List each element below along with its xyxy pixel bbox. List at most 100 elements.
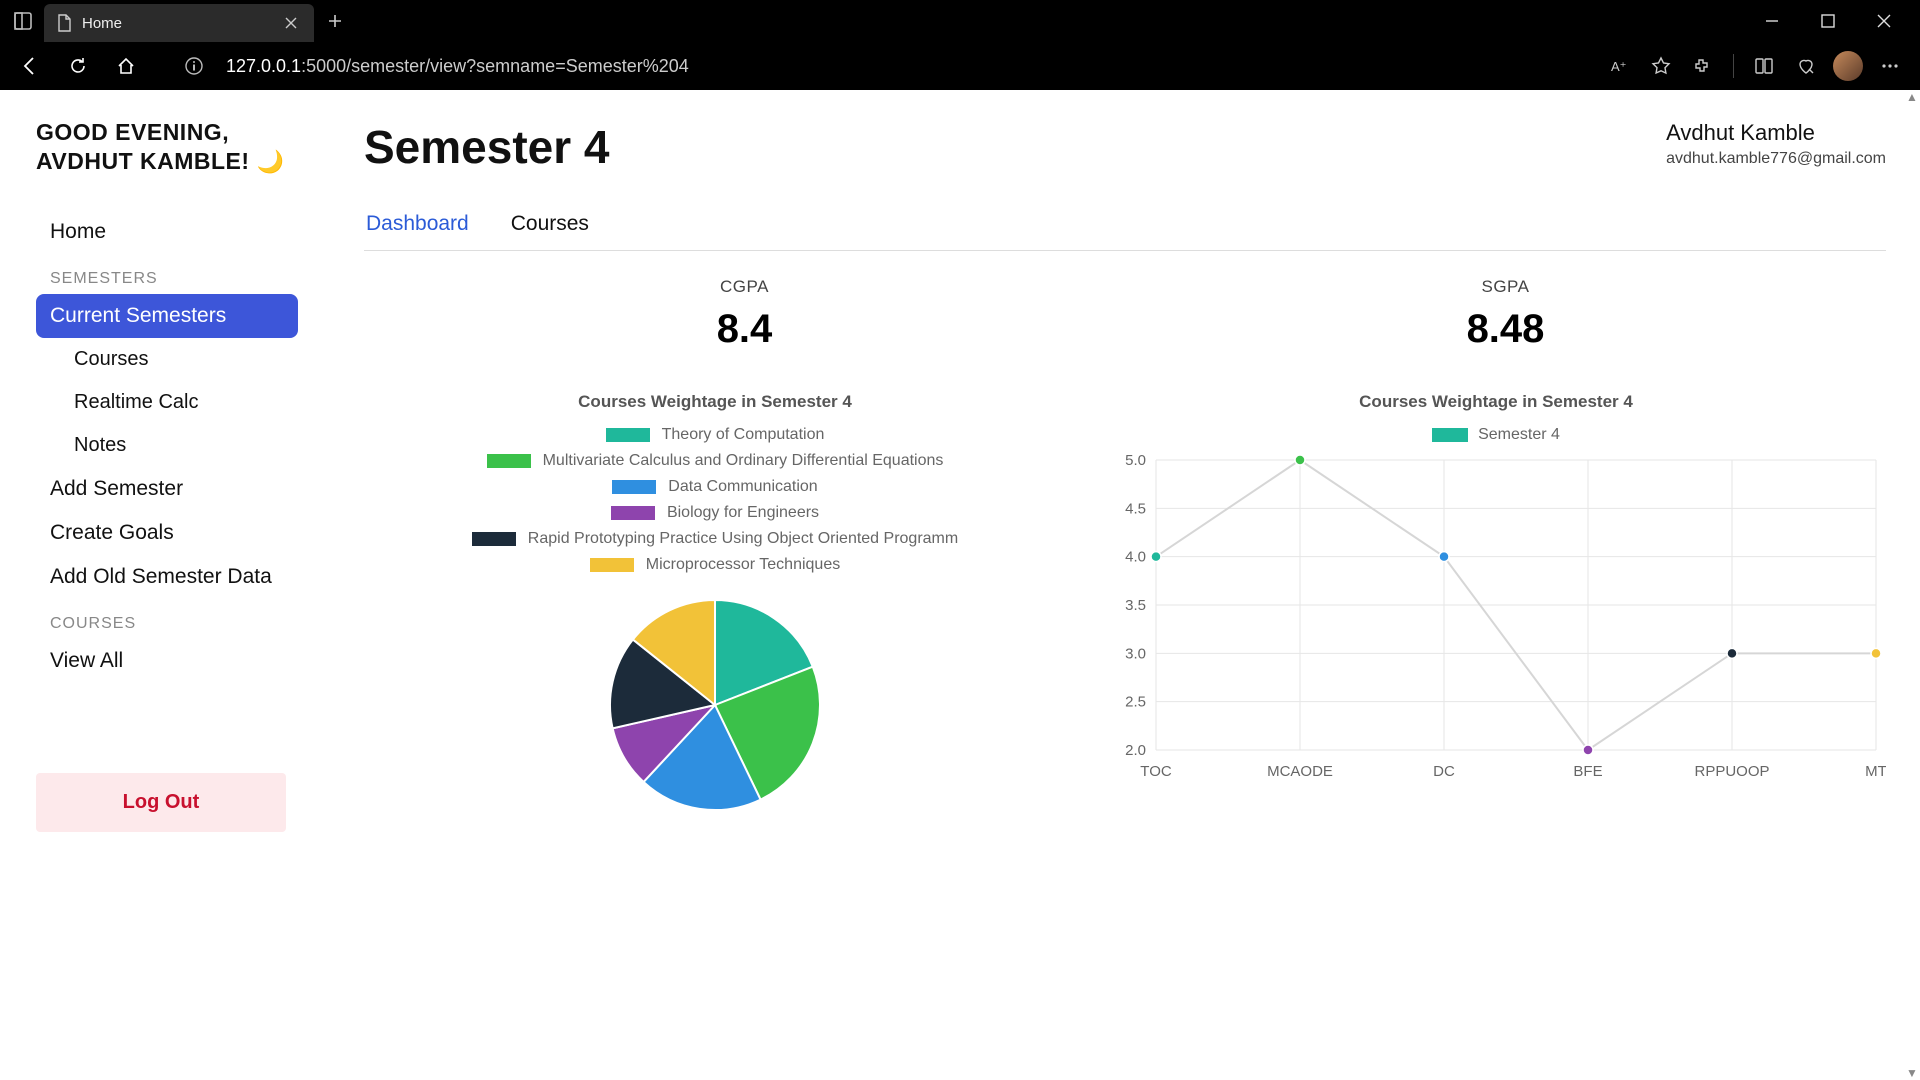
line-chart: 5.04.54.03.53.02.52.0TOCMCAODEDCBFERPPUO… <box>1106 450 1886 790</box>
line-point <box>1151 552 1161 562</box>
new-tab-button[interactable] <box>318 4 352 38</box>
x-axis-label: BFE <box>1573 763 1602 780</box>
pie-legend-label: Biology for Engineers <box>667 504 819 522</box>
sidebar-item-add-old-semester[interactable]: Add Old Semester Data <box>36 555 298 599</box>
scroll-up-indicator[interactable]: ▲ <box>1906 90 1918 104</box>
line-legend: Semester 4 <box>1106 426 1886 444</box>
sidebar-item-courses[interactable]: Courses <box>36 338 298 381</box>
pie-legend: Theory of Computation Multivariate Calcul… <box>364 426 1066 574</box>
home-button[interactable] <box>106 46 146 86</box>
avatar <box>1833 51 1863 81</box>
y-axis-label: 3.0 <box>1125 645 1146 662</box>
line-chart-panel: Courses Weightage in Semester 4 Semester… <box>1106 392 1886 820</box>
moon-icon: 🌙 <box>256 149 284 174</box>
close-tab-button[interactable] <box>282 14 300 32</box>
scroll-down-indicator[interactable]: ▼ <box>1906 1066 1918 1080</box>
y-axis-label: 5.0 <box>1125 452 1146 469</box>
tab-title: Home <box>82 15 272 32</box>
sidebar-item-home[interactable]: Home <box>36 210 298 254</box>
y-axis-label: 3.5 <box>1125 597 1146 614</box>
sidebar-item-create-goals[interactable]: Create Goals <box>36 511 298 555</box>
window-maximize-button[interactable] <box>1800 0 1856 42</box>
more-button[interactable] <box>1870 46 1910 86</box>
main-header: Semester 4 Avdhut Kamble avdhut.kamble77… <box>364 120 1886 174</box>
line-point <box>1583 745 1593 755</box>
sidebar-nav: Home Semesters Current Semesters Courses… <box>36 210 298 683</box>
user-name: Avdhut Kamble <box>1666 120 1886 146</box>
pie-legend-swatch <box>611 506 655 520</box>
window-minimize-button[interactable] <box>1744 0 1800 42</box>
cgpa-label: CGPA <box>364 277 1125 297</box>
tab-overview-button[interactable] <box>8 6 38 36</box>
site-info-button[interactable] <box>174 46 214 86</box>
pie-legend-item: Biology for Engineers <box>611 504 819 522</box>
sidebar-item-current-semesters[interactable]: Current Semesters <box>36 294 298 338</box>
page-viewport: ▲ ▼ Good Evening, Avdhut Kamble! 🌙 Home … <box>0 90 1920 1080</box>
logout-button[interactable]: Log Out <box>36 773 286 832</box>
refresh-button[interactable] <box>58 46 98 86</box>
sidebar-item-notes[interactable]: Notes <box>36 424 298 467</box>
cgpa-value: 8.4 <box>364 307 1125 352</box>
pie-legend-swatch <box>612 480 656 494</box>
line-legend-swatch <box>1432 428 1468 442</box>
browser-chrome: Home 127.0.0.1 <box>0 0 1920 90</box>
line-chart-title: Courses Weightage in Semester 4 <box>1106 392 1886 412</box>
url-path: :5000/semester/view?semname=Semester%204 <box>301 56 689 77</box>
metrics-row: CGPA 8.4 SGPA 8.48 <box>364 277 1886 352</box>
file-icon <box>56 14 72 32</box>
line-point <box>1295 455 1305 465</box>
pie-chart-panel: Courses Weightage in Semester 4 Theory o… <box>364 392 1066 820</box>
line-legend-label: Semester 4 <box>1478 426 1560 444</box>
greeting-line1: Good Evening, <box>36 119 229 145</box>
charts-row: Courses Weightage in Semester 4 Theory o… <box>364 392 1886 820</box>
extensions-button[interactable] <box>1683 46 1723 86</box>
x-axis-label: RPPUOOP <box>1694 763 1769 780</box>
line-point <box>1727 648 1737 658</box>
browser-tab-home[interactable]: Home <box>44 4 314 42</box>
sidebar-item-realtime-calc[interactable]: Realtime Calc <box>36 381 298 424</box>
y-axis-label: 4.0 <box>1125 549 1146 566</box>
pie-legend-swatch <box>590 558 634 572</box>
split-screen-button[interactable] <box>1744 46 1784 86</box>
x-axis-label: DC <box>1433 763 1455 780</box>
tab-courses[interactable]: Courses <box>509 212 591 250</box>
back-button[interactable] <box>10 46 50 86</box>
greeting-line2: Avdhut Kamble! <box>36 148 250 174</box>
pie-legend-label: Rapid Prototyping Practice Using Object … <box>528 530 958 548</box>
metric-sgpa: SGPA 8.48 <box>1125 277 1886 352</box>
line-point <box>1871 648 1881 658</box>
url-text[interactable]: 127.0.0.1:5000/semester/view?semname=Sem… <box>222 56 1591 77</box>
pie-legend-label: Microprocessor Techniques <box>646 556 840 574</box>
tab-dashboard[interactable]: Dashboard <box>364 212 471 250</box>
read-aloud-button[interactable]: A⁺ <box>1599 46 1639 86</box>
pie-legend-item: Data Communication <box>612 478 817 496</box>
pie-legend-label: Theory of Computation <box>662 426 825 444</box>
pie-legend-item: Multivariate Calculus and Ordinary Diffe… <box>487 452 944 470</box>
window-close-button[interactable] <box>1856 0 1912 42</box>
sidebar-item-view-all[interactable]: View All <box>36 639 298 683</box>
pie-legend-item: Microprocessor Techniques <box>590 556 840 574</box>
pie-legend-swatch <box>487 454 531 468</box>
x-axis-label: TOC <box>1140 763 1172 780</box>
sidebar-heading-courses: Courses <box>36 599 298 639</box>
x-axis-label: MCAODE <box>1267 763 1333 780</box>
tab-bar: Home <box>0 0 1920 42</box>
svg-text:A⁺: A⁺ <box>1611 59 1627 74</box>
metric-cgpa: CGPA 8.4 <box>364 277 1125 352</box>
sgpa-label: SGPA <box>1125 277 1886 297</box>
pie-legend-item: Theory of Computation <box>606 426 825 444</box>
url-host: 127.0.0.1 <box>226 56 301 77</box>
address-bar: 127.0.0.1:5000/semester/view?semname=Sem… <box>0 42 1920 90</box>
favorite-button[interactable] <box>1641 46 1681 86</box>
pie-legend-item: Rapid Prototyping Practice Using Object … <box>472 530 958 548</box>
collections-button[interactable] <box>1786 46 1826 86</box>
sidebar: Good Evening, Avdhut Kamble! 🌙 Home Seme… <box>0 90 310 1080</box>
profile-button[interactable] <box>1828 46 1868 86</box>
y-axis-label: 2.5 <box>1125 694 1146 711</box>
sidebar-heading-semesters: Semesters <box>36 254 298 294</box>
pie-chart-title: Courses Weightage in Semester 4 <box>364 392 1066 412</box>
page-title: Semester 4 <box>364 120 610 174</box>
pie-legend-label: Data Communication <box>668 478 817 496</box>
sidebar-item-add-semester[interactable]: Add Semester <box>36 467 298 511</box>
line-point <box>1439 552 1449 562</box>
